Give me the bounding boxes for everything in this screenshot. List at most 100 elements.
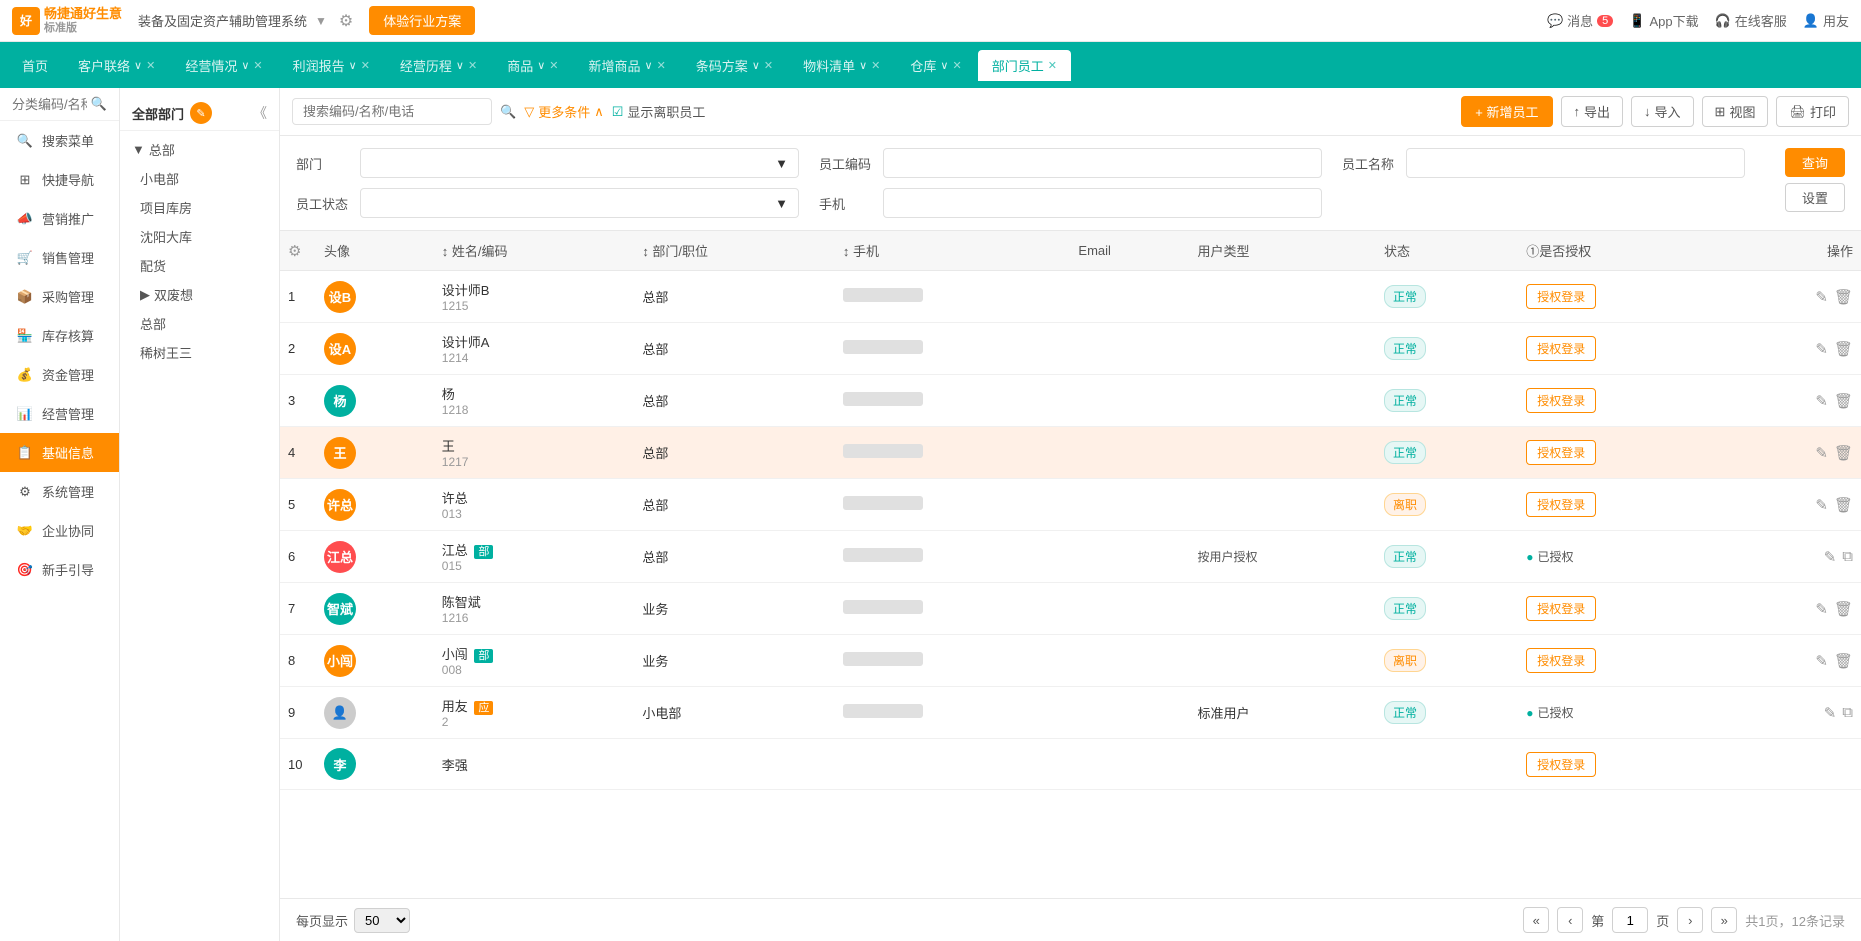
edit-icon[interactable]: ✎ [1815, 288, 1828, 306]
dept-node-xiaodian[interactable]: 小电部 [120, 164, 279, 193]
reset-btn[interactable]: 设置 [1785, 183, 1845, 212]
auth-btn[interactable]: 授权登录 [1526, 752, 1596, 777]
search-icon-btn[interactable]: 🔍 [500, 104, 516, 120]
next-btn[interactable]: › [1677, 907, 1703, 933]
edit-icon[interactable]: ✎ [1815, 340, 1828, 358]
auth-btn[interactable]: 授权登录 [1526, 388, 1596, 413]
sidebar-item-inventory[interactable]: 🏪 库存核算 [0, 316, 119, 355]
tab-customer[interactable]: 客户联络 ∨ ✕ [64, 50, 169, 81]
delete-icon[interactable]: 🗑 [1834, 392, 1853, 410]
auth-btn[interactable]: 授权登录 [1526, 596, 1596, 621]
sidebar-item-enterprise[interactable]: 🤝 企业协同 [0, 511, 119, 550]
title-dropdown-arrow[interactable]: ▼ [315, 14, 327, 28]
delete-icon[interactable]: 🗑 [1834, 444, 1853, 462]
filter-btn[interactable]: ▽ 更多条件 ∧ [524, 102, 604, 121]
export-btn[interactable]: ↑ 导出 [1561, 96, 1624, 127]
auth-btn[interactable]: 授权登录 [1526, 440, 1596, 465]
dept-node-shuang[interactable]: ▶ 双废想 [120, 280, 279, 309]
col-dept[interactable]: ↕ 部门/职位 [634, 231, 835, 271]
settings-icon[interactable]: ⚙ [288, 243, 301, 260]
delete-icon[interactable]: 🗑 [1834, 652, 1853, 670]
view-btn[interactable]: ⊞ 视图 [1702, 96, 1769, 127]
edit-icon[interactable]: ✎ [1815, 600, 1828, 618]
next-next-btn[interactable]: » [1711, 907, 1737, 933]
auth-btn[interactable]: 授权登录 [1526, 284, 1596, 309]
col-name[interactable]: ↕ 姓名/编码 [434, 231, 635, 271]
sidebar-item-guide[interactable]: 🎯 新手引导 [0, 550, 119, 589]
sidebar-item-sales[interactable]: 🛒 销售管理 [0, 238, 119, 277]
prev-prev-btn[interactable]: « [1523, 907, 1549, 933]
per-page-select[interactable]: 50 100 [354, 908, 410, 933]
emp-status-select[interactable]: ▼ [360, 188, 799, 218]
sidebar-search-input[interactable] [12, 97, 87, 112]
delete-icon[interactable]: 🗑 [1834, 288, 1853, 306]
col-settings[interactable]: ⚙ [280, 231, 316, 271]
tab-operations[interactable]: 经营情况 ∨ ✕ [171, 50, 276, 81]
emp-name-input[interactable] [1406, 148, 1745, 178]
print-btn[interactable]: 🖨 打印 [1776, 96, 1849, 127]
phone-input[interactable] [883, 188, 1322, 218]
auth-btn[interactable]: 授权登录 [1526, 648, 1596, 673]
row-usertype [1189, 271, 1376, 323]
dept-add-icon[interactable]: ✎ [190, 102, 212, 124]
show-resigned-toggle[interactable]: ☑ 显示离职员工 [612, 102, 706, 121]
tab-dept-staff[interactable]: 部门员工 ✕ [978, 50, 1071, 81]
tab-home[interactable]: 首页 [8, 50, 62, 81]
emp-code-input[interactable] [883, 148, 1322, 178]
tab-goods[interactable]: 商品 ∨ ✕ [493, 50, 572, 81]
sidebar-item-operations[interactable]: 📊 经营管理 [0, 394, 119, 433]
col-phone[interactable]: ↕ 手机 [835, 231, 1071, 271]
checkbox-show-resigned[interactable]: ☑ [612, 104, 624, 120]
sidebar-item-quicknav[interactable]: ⊞ 快捷导航 [0, 160, 119, 199]
tab-barcode[interactable]: 条码方案 ∨ ✕ [682, 50, 787, 81]
experience-btn[interactable]: 体验行业方案 [369, 6, 475, 35]
dept-node-xishu[interactable]: 稀树王三 [120, 338, 279, 367]
online-service-btn[interactable]: 🎧 在线客服 [1715, 11, 1787, 30]
tab-history[interactable]: 经营历程 ∨ ✕ [386, 50, 491, 81]
user-menu[interactable]: 👤 用友 [1803, 11, 1849, 30]
dept-node-project[interactable]: 项目库房 [120, 193, 279, 222]
tab-warehouse[interactable]: 仓库 ∨ ✕ [896, 50, 975, 81]
sidebar-search-icon[interactable]: 🔍 [91, 96, 107, 112]
add-employee-btn[interactable]: + 新增员工 [1461, 96, 1552, 127]
message-btn[interactable]: 💬 消息 5 [1547, 11, 1613, 30]
delete-icon[interactable]: 🗑 [1834, 340, 1853, 358]
sidebar-item-basic[interactable]: 📋 基础信息 [0, 433, 119, 472]
tab-add-goods[interactable]: 新增商品 ∨ ✕ [575, 50, 680, 81]
page-input[interactable] [1612, 907, 1648, 933]
sidebar-item-marketing[interactable]: 📣 营销推广 [0, 199, 119, 238]
tab-bom[interactable]: 物料清单 ∨ ✕ [789, 50, 894, 81]
delete-icon[interactable]: 🗑 [1834, 600, 1853, 618]
dept-node-headquarter-parent[interactable]: ▼ 总部 [120, 135, 279, 164]
sidebar-item-search[interactable]: 🔍 搜索菜单 [0, 121, 119, 160]
tab-profit[interactable]: 利润报告 ∨ ✕ [279, 50, 384, 81]
dept-node-shenyang[interactable]: 沈阳大库 [120, 222, 279, 251]
app-download-btn[interactable]: 📱 App下载 [1629, 11, 1698, 30]
query-btn[interactable]: 查询 [1785, 148, 1845, 177]
settings-icon[interactable]: ⚙ [339, 11, 353, 31]
sidebar-item-finance[interactable]: 💰 资金管理 [0, 355, 119, 394]
edit-icon[interactable]: ✎ [1815, 444, 1828, 462]
import-icon: ↓ [1644, 104, 1651, 119]
search-input[interactable] [292, 98, 492, 125]
prev-btn[interactable]: ‹ [1557, 907, 1583, 933]
edit-icon[interactable]: ✎ [1815, 392, 1828, 410]
dept-select[interactable]: ▼ [360, 148, 799, 178]
row-status: 正常 [1376, 427, 1518, 479]
edit-icon[interactable]: ✎ [1815, 652, 1828, 670]
edit-icon[interactable]: ✎ [1824, 704, 1837, 722]
edit-icon[interactable]: ✎ [1815, 496, 1828, 514]
copy-icon[interactable]: ⧉ [1842, 704, 1853, 722]
sidebar-item-purchase[interactable]: 📦 采购管理 [0, 277, 119, 316]
dept-node-peihuo[interactable]: 配货 [120, 251, 279, 280]
avatar: 李 [324, 748, 356, 780]
auth-btn[interactable]: 授权登录 [1526, 336, 1596, 361]
sidebar-item-system[interactable]: ⚙ 系统管理 [0, 472, 119, 511]
delete-icon[interactable]: 🗑 [1834, 496, 1853, 514]
copy-icon[interactable]: ⧉ [1842, 548, 1853, 566]
import-btn[interactable]: ↓ 导入 [1631, 96, 1694, 127]
dept-tree-collapse[interactable]: 《 [253, 103, 267, 123]
edit-icon[interactable]: ✎ [1824, 548, 1837, 566]
dept-node-zongbu[interactable]: 总部 [120, 309, 279, 338]
auth-btn[interactable]: 授权登录 [1526, 492, 1596, 517]
